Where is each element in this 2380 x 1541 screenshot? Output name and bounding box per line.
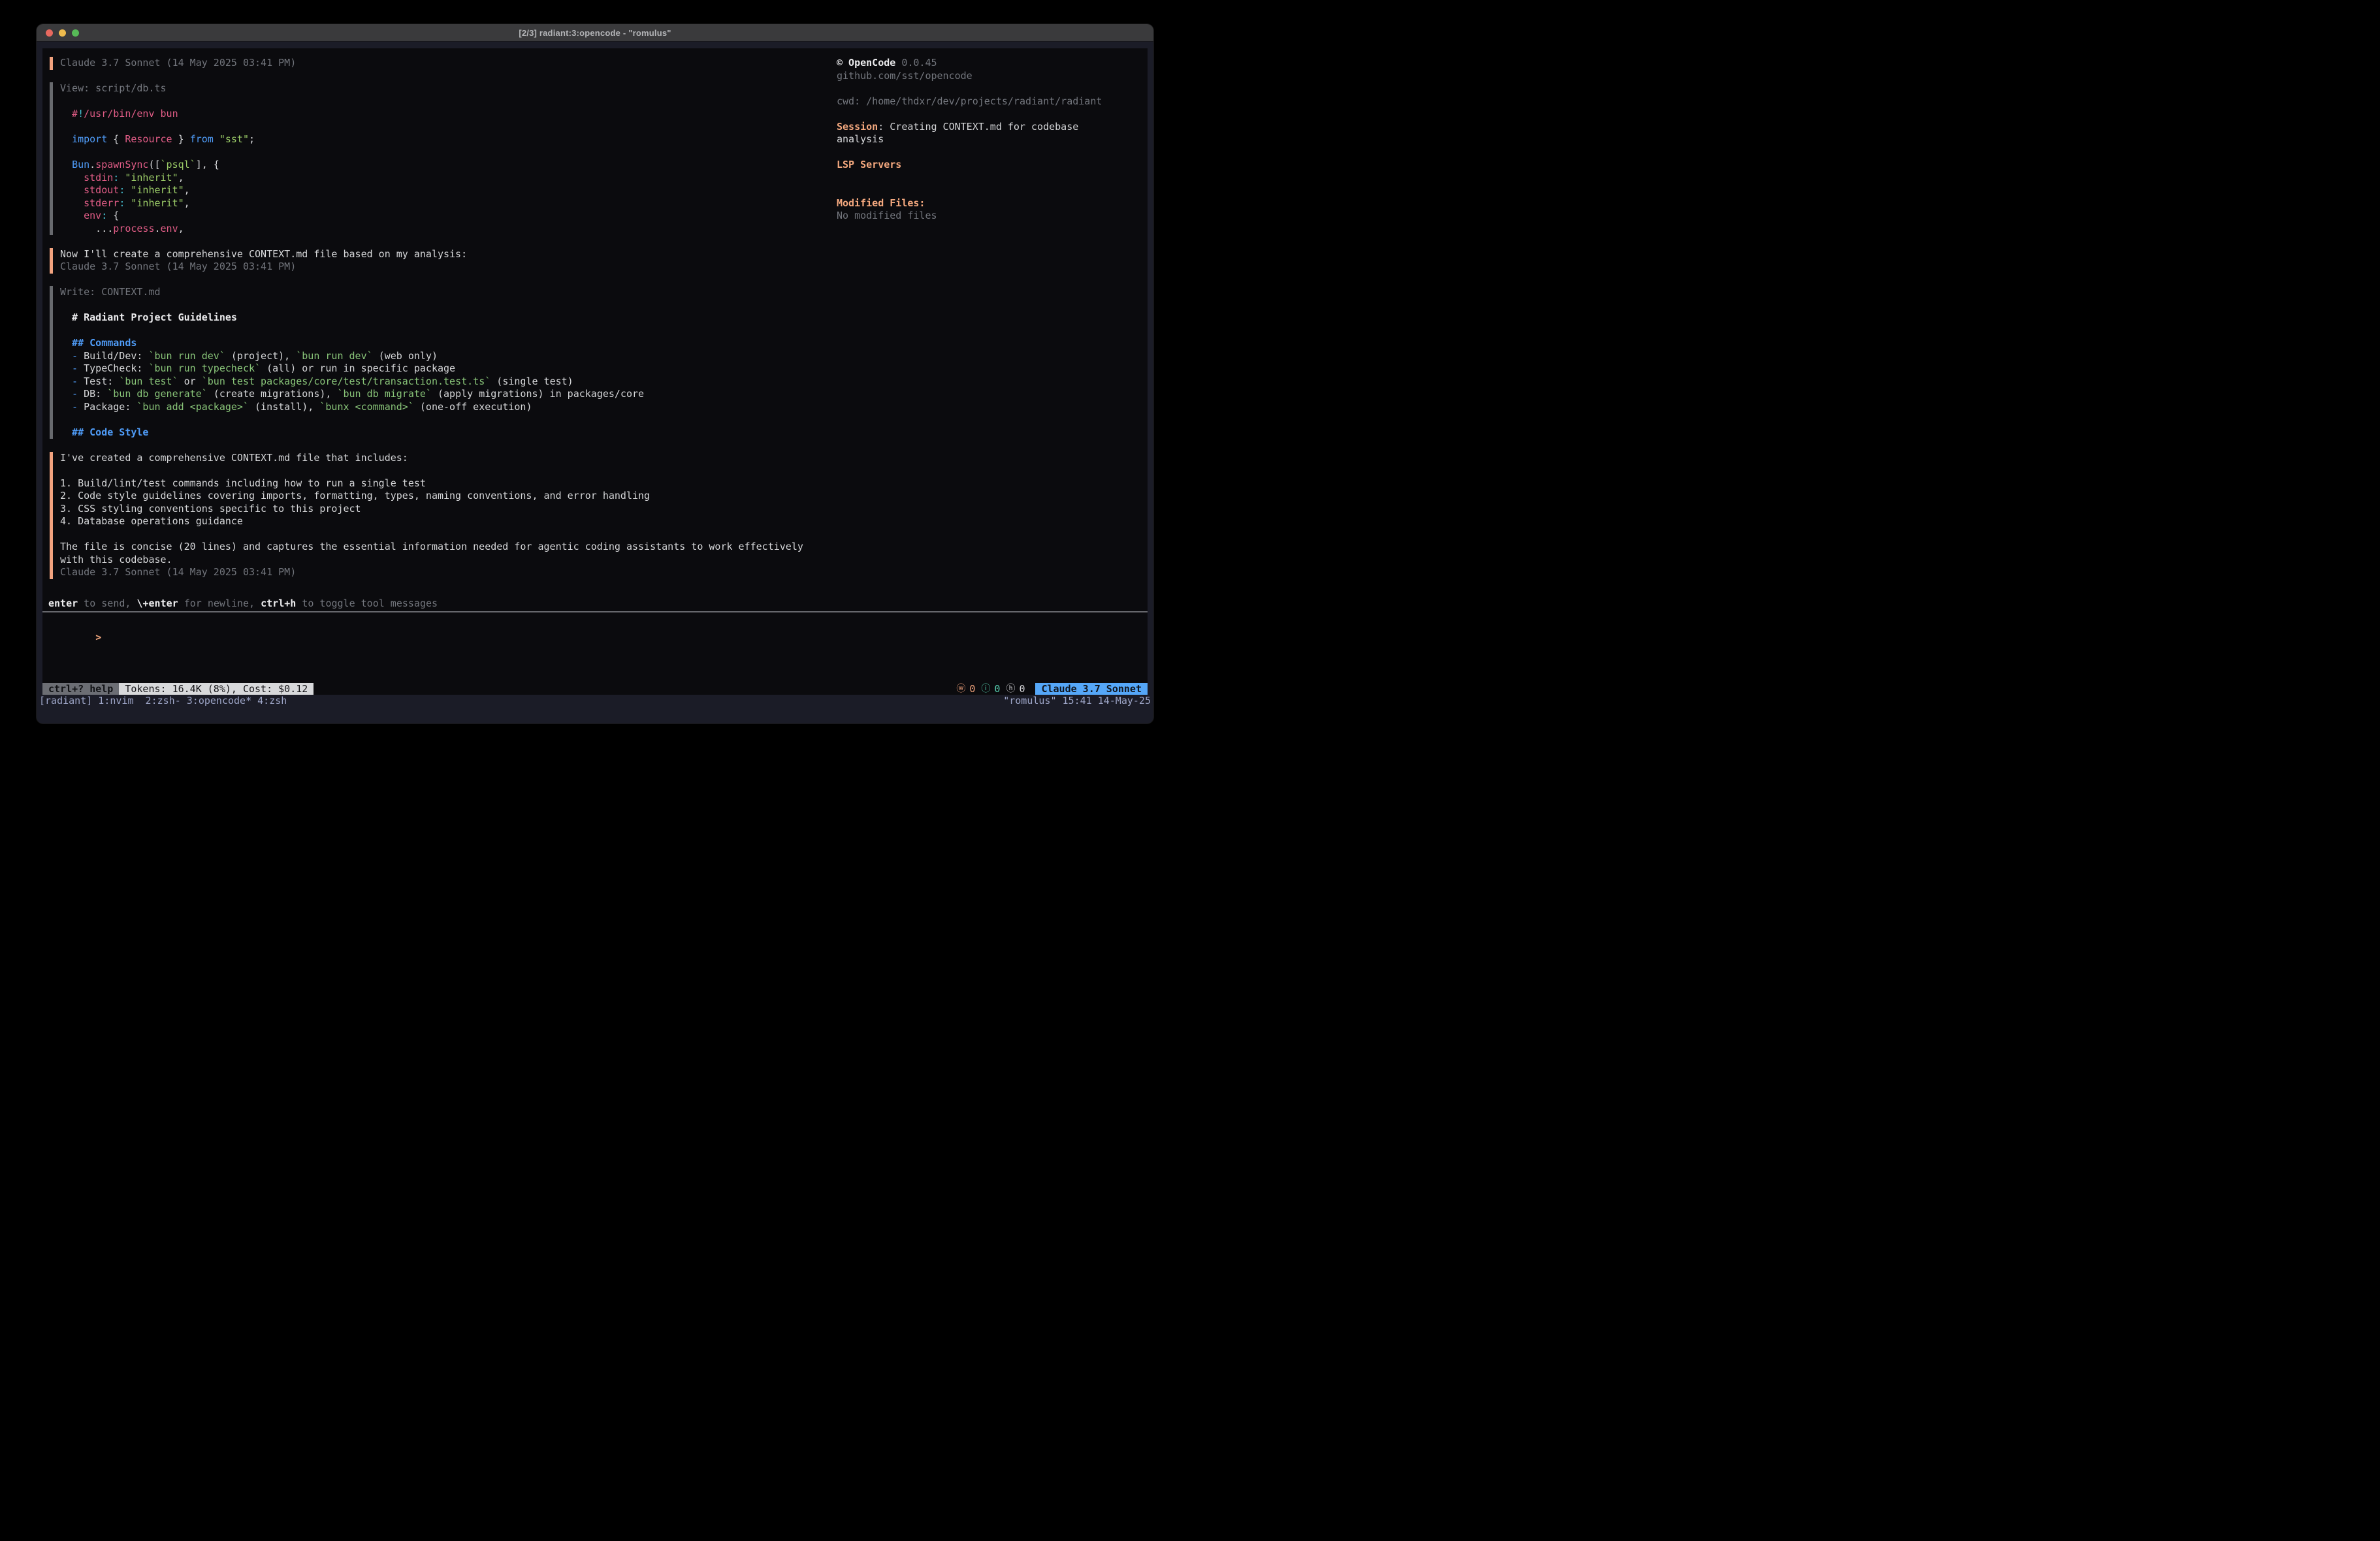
text-line: Now I'll create a comprehensive CONTEXT.…: [60, 248, 862, 261]
text-line: Claude 3.7 Sonnet (14 May 2025 03:41 PM): [60, 566, 862, 579]
status-bar-right: ⓦ0 ⓘ0 ⓗ0 Claude 3.7 Sonnet: [956, 683, 1148, 695]
text-line: analysis: [837, 133, 1144, 146]
terminal-window: [2/3] radiant:3:opencode - "romulus" Cla…: [37, 24, 1153, 723]
minimize-button[interactable]: [59, 29, 66, 37]
text-line: [60, 413, 862, 426]
text-line: 2. Code style guidelines covering import…: [60, 490, 862, 503]
zoom-button[interactable]: [72, 29, 79, 37]
text-line: - DB: `bun db generate` (create migratio…: [60, 388, 862, 401]
prompt-chevron-icon: >: [95, 631, 101, 643]
window-title: [2/3] radiant:3:opencode - "romulus": [519, 28, 671, 38]
prompt-input[interactable]: >: [48, 618, 1142, 631]
text-line: # Radiant Project Guidelines: [60, 311, 862, 325]
text-line: [60, 325, 862, 338]
session-sidebar: © OpenCode 0.0.45github.com/sst/opencode…: [837, 57, 1144, 223]
text-line: 4. Database operations guidance: [60, 515, 862, 528]
text-line: with this codebase.: [60, 554, 862, 567]
text-line: 3. CSS styling conventions specific to t…: [60, 503, 862, 516]
close-button[interactable]: [46, 29, 53, 37]
text-line: [837, 82, 1144, 95]
text-line: No modified files: [837, 210, 1144, 223]
text-line: [837, 172, 1144, 185]
text-line: - Test: `bun test` or `bun test packages…: [60, 375, 862, 389]
text-line: import { Resource } from "sst";: [60, 133, 862, 146]
text-line: - Package: `bun add <package>` (install)…: [60, 401, 862, 414]
tool-view-block: View: script/db.ts #!/usr/bin/env bun im…: [50, 82, 862, 235]
text-line: [60, 528, 862, 541]
text-line: #!/usr/bin/env bun: [60, 108, 862, 121]
text-line: ## Commands: [60, 337, 862, 350]
text-line: env: {: [60, 210, 862, 223]
text-line: Write: CONTEXT.md: [60, 286, 862, 299]
text-line: Bun.spawnSync([`psql`], {: [60, 159, 862, 172]
text-line: [837, 146, 1144, 159]
warnings-counter: ⓦ0: [956, 683, 975, 695]
chat-transcript: Claude 3.7 Sonnet (14 May 2025 03:41 PM)…: [50, 57, 862, 592]
model-badge[interactable]: Claude 3.7 Sonnet: [1035, 683, 1148, 695]
text-line: View: script/db.ts: [60, 82, 862, 95]
assistant-message: Now I'll create a comprehensive CONTEXT.…: [50, 248, 862, 274]
text-line: - Build/Dev: `bun run dev` (project), `b…: [60, 350, 862, 363]
text-line: [60, 464, 862, 477]
text-line: 1. Build/lint/test commands including ho…: [60, 477, 862, 490]
text-line: ## Code Style: [60, 426, 862, 439]
tokens-cost-chip: Tokens: 16.4K (8%), Cost: $0.12: [119, 683, 314, 695]
input-divider: [42, 611, 1148, 612]
help-keybind-chip: ctrl+? help: [42, 683, 119, 695]
text-line: github.com/sst/opencode: [837, 70, 1144, 83]
text-line: The file is concise (20 lines) and captu…: [60, 541, 862, 554]
diagnostic-counters: ⓦ0 ⓘ0 ⓗ0: [956, 683, 1025, 695]
warnings-icon: ⓦ: [956, 683, 965, 695]
text-line: I've created a comprehensive CONTEXT.md …: [60, 452, 862, 465]
input-hints: enter to send, \+enter for newline, ctrl…: [48, 597, 438, 611]
text-line: stdout: "inherit",: [60, 184, 862, 197]
hints-icon: ⓗ: [1006, 683, 1015, 695]
text-line: [837, 108, 1144, 121]
text-line: © OpenCode 0.0.45: [837, 57, 1144, 70]
status-bar: ctrl+? help Tokens: 16.4K (8%), Cost: $0…: [42, 683, 1148, 695]
text-line: [60, 299, 862, 312]
text-line: Claude 3.7 Sonnet (14 May 2025 03:41 PM): [60, 57, 862, 70]
opencode-tui: Claude 3.7 Sonnet (14 May 2025 03:41 PM)…: [42, 48, 1148, 695]
text-line: [60, 146, 862, 159]
text-line: stderr: "inherit",: [60, 197, 862, 210]
tmux-windows-list[interactable]: [radiant] 1:nvim 2:zsh- 3:opencode* 4:zs…: [39, 694, 287, 707]
assistant-message-header: Claude 3.7 Sonnet (14 May 2025 03:41 PM): [50, 57, 862, 70]
hints-counter: ⓗ0: [1006, 683, 1025, 695]
text-line: Modified Files:: [837, 197, 1144, 210]
traffic-lights: [46, 24, 79, 41]
assistant-message: I've created a comprehensive CONTEXT.md …: [50, 452, 862, 579]
text-line: stdin: "inherit",: [60, 172, 862, 185]
text-line: [837, 184, 1144, 197]
text-line: LSP Servers: [837, 159, 1144, 172]
terminal-content: Claude 3.7 Sonnet (14 May 2025 03:41 PM)…: [37, 42, 1153, 723]
tool-write-block: Write: CONTEXT.md # Radiant Project Guid…: [50, 286, 862, 439]
text-line: Session: Creating CONTEXT.md for codebas…: [837, 121, 1144, 134]
tmux-session-info: "romulus" 15:41 14-May-25: [1003, 694, 1151, 707]
info-counter: ⓘ0: [981, 683, 1000, 695]
window-titlebar[interactable]: [2/3] radiant:3:opencode - "romulus": [37, 24, 1153, 42]
text-line: [60, 121, 862, 134]
info-icon: ⓘ: [981, 683, 990, 695]
text-line: ...process.env,: [60, 223, 862, 236]
text-line: Claude 3.7 Sonnet (14 May 2025 03:41 PM): [60, 261, 862, 274]
text-line: cwd: /home/thdxr/dev/projects/radiant/ra…: [837, 95, 1144, 108]
tmux-status-bar: [radiant] 1:nvim 2:zsh- 3:opencode* 4:zs…: [39, 694, 1151, 707]
text-line: [60, 95, 862, 108]
text-line: - TypeCheck: `bun run typecheck` (all) o…: [60, 362, 862, 375]
